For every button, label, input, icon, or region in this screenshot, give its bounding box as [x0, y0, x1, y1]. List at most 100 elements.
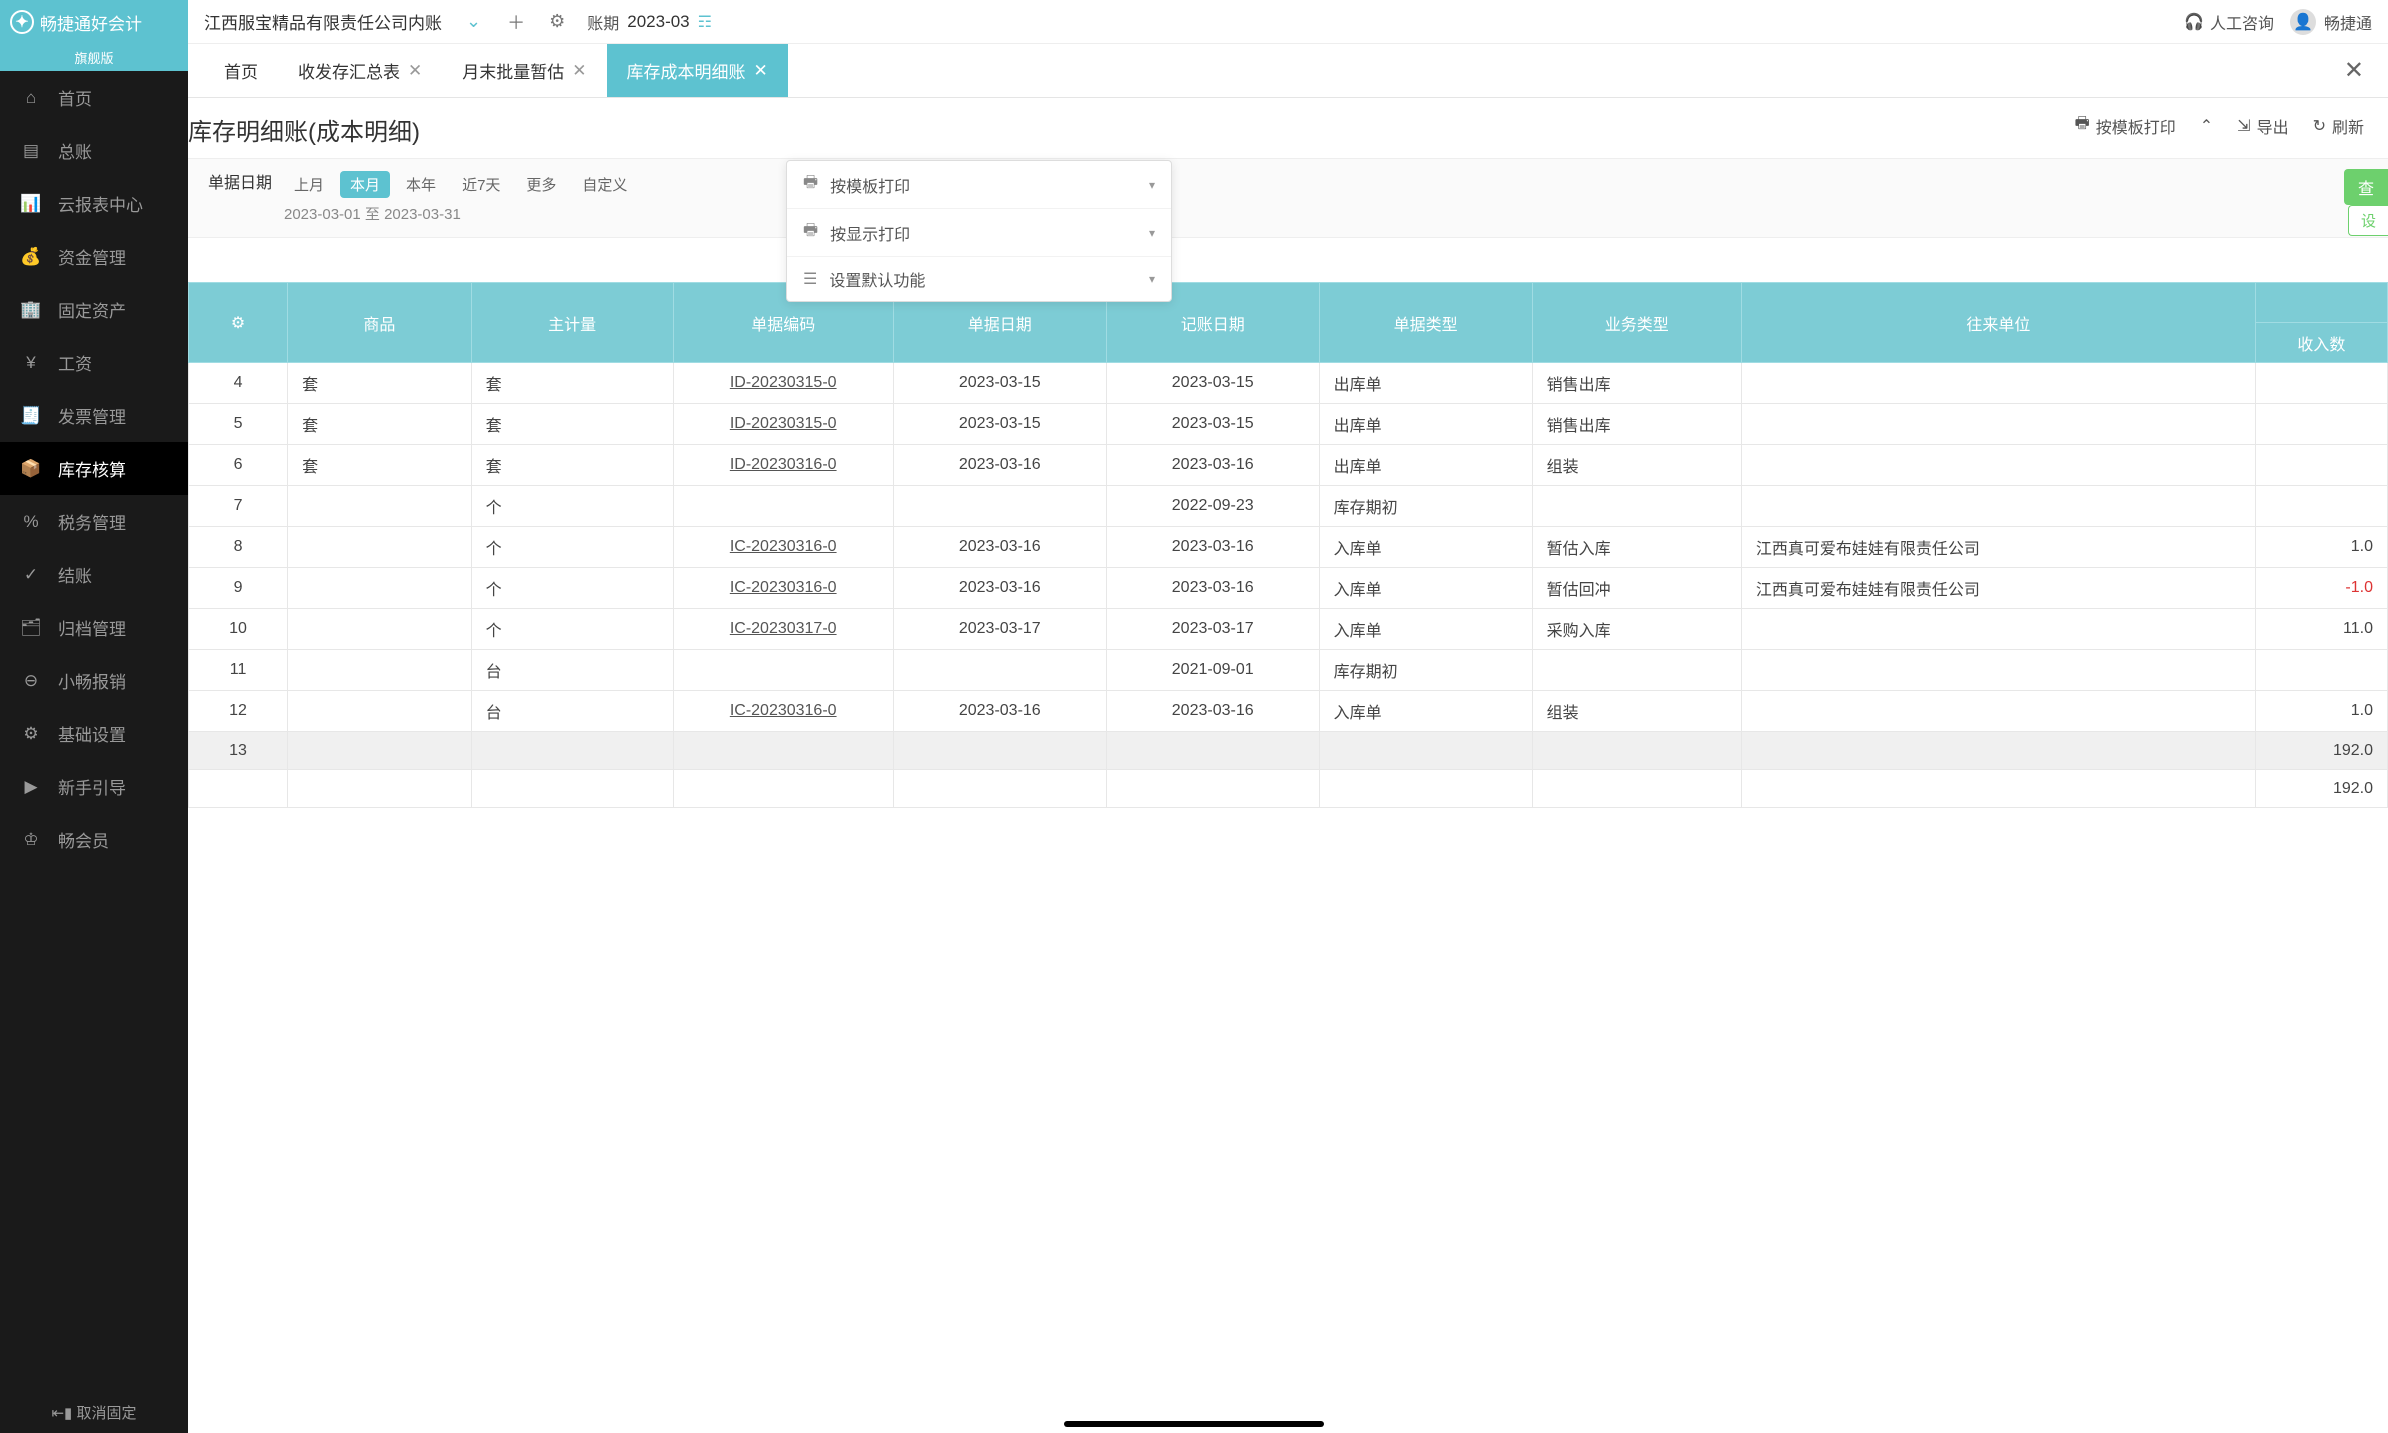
nav-label: 工资 [58, 350, 92, 375]
tab-1[interactable]: 收发存汇总表 ✕ [278, 44, 442, 97]
sidebar-item-11[interactable]: ⊖小畅报销 [0, 654, 188, 707]
nav-label: 小畅报销 [58, 668, 126, 693]
tab-0[interactable]: 首页 [204, 44, 278, 97]
period-value[interactable]: 2023-03 [627, 12, 689, 32]
sidebar-unpin[interactable]: ⇤▮ 取消固定 [0, 1402, 188, 1423]
sidebar-item-7[interactable]: 📦库存核算 [0, 442, 188, 495]
tab-close-icon[interactable]: ✕ [408, 61, 422, 81]
sidebar-item-0[interactable]: ⌂首页 [0, 71, 188, 124]
dropdown-item-1[interactable]: 🖶按显示打印▾ [787, 209, 1171, 257]
cell-unit: 台 [471, 650, 673, 691]
company-selector[interactable]: 江西服宝精品有限责任公司内账 [204, 9, 442, 34]
sidebar-item-13[interactable]: ▶新手引导 [0, 760, 188, 813]
cell-docdate [893, 650, 1106, 691]
tab-label: 库存成本明细账 [627, 58, 746, 83]
sidebar-item-6[interactable]: 🧾发票管理 [0, 389, 188, 442]
doc-no-link[interactable]: ID-20230316-0 [673, 445, 893, 486]
doc-no-link[interactable]: ID-20230315-0 [673, 404, 893, 445]
gear-icon[interactable]: ⚙ [549, 11, 565, 32]
table-row[interactable]: 10 个 IC-20230317-0 2023-03-17 2023-03-17… [189, 609, 2388, 650]
nav-label: 基础设置 [58, 721, 126, 746]
sidebar-item-14[interactable]: ♔畅会员 [0, 813, 188, 866]
nav-label: 结账 [58, 562, 92, 587]
settings-button[interactable]: 设 [2348, 205, 2388, 236]
brand-logo: ✦ 畅捷通好会计 [0, 0, 188, 44]
column-party: 往来单位 [1741, 283, 2255, 363]
date-chip-1[interactable]: 本月 [340, 171, 390, 198]
cell-income: 1.0 [2255, 691, 2387, 732]
table-row[interactable]: 7 个 2022-09-23 库存期初 [189, 486, 2388, 527]
cell-postdate: 2023-03-16 [1106, 691, 1319, 732]
cell-product [288, 568, 472, 609]
tab-2[interactable]: 月末批量暂估✕ [442, 44, 606, 97]
chevron-down-icon[interactable]: ⌄ [466, 11, 481, 32]
date-chip-5[interactable]: 自定义 [572, 171, 637, 198]
date-filter-label: 单据日期 [208, 169, 272, 199]
topbar: 江西服宝精品有限责任公司内账 ⌄ ＋ ⚙ 账期 2023-03 ☶ 🎧 人工咨询… [188, 0, 2388, 44]
nav-icon-12: ⚙ [20, 723, 42, 745]
table-row[interactable]: 13 192.0 [189, 732, 2388, 770]
sidebar-item-3[interactable]: 💰资金管理 [0, 230, 188, 283]
table-row[interactable]: 9 个 IC-20230316-0 2023-03-16 2023-03-16 … [189, 568, 2388, 609]
cell-party [1741, 404, 2255, 445]
cell-product: 套 [288, 363, 472, 404]
date-chip-3[interactable]: 近7天 [452, 171, 510, 198]
doc-no-link[interactable]: IC-20230316-0 [673, 691, 893, 732]
nav-icon-9: ✓ [20, 564, 42, 586]
doc-no-link[interactable]: ID-20230315-0 [673, 363, 893, 404]
close-all-tabs-icon[interactable]: ✕ [2336, 52, 2372, 89]
table-row[interactable]: 11 台 2021-09-01 库存期初 [189, 650, 2388, 691]
date-chip-2[interactable]: 本年 [396, 171, 446, 198]
tab-3[interactable]: 库存成本明细账 ✕ [607, 44, 788, 97]
table-row[interactable]: 4 套 套 ID-20230315-0 2023-03-15 2023-03-1… [189, 363, 2388, 404]
cell [673, 732, 893, 770]
tab-close-icon[interactable]: ✕ [572, 61, 586, 81]
cell-unit: 个 [471, 609, 673, 650]
table-row[interactable]: 5 套 套 ID-20230315-0 2023-03-15 2023-03-1… [189, 404, 2388, 445]
cell-postdate: 2021-09-01 [1106, 650, 1319, 691]
support-link[interactable]: 🎧 人工咨询 [2184, 10, 2274, 34]
doc-no-link[interactable]: IC-20230317-0 [673, 609, 893, 650]
doc-no-link[interactable]: IC-20230316-0 [673, 568, 893, 609]
sidebar-item-2[interactable]: 📊云报表中心 [0, 177, 188, 230]
table-row[interactable]: 8 个 IC-20230316-0 2023-03-16 2023-03-16 … [189, 527, 2388, 568]
sidebar-item-9[interactable]: ✓ 结账 [0, 548, 188, 601]
dropdown-item-0[interactable]: 🖶按模板打印▾ [787, 161, 1171, 209]
cell-docdate [893, 486, 1106, 527]
cell-biztype [1532, 486, 1741, 527]
doc-no-link[interactable]: IC-20230316-0 [673, 527, 893, 568]
refresh-button[interactable]: ↻ 刷新 [2313, 114, 2364, 138]
date-chip-0[interactable]: 上月 [284, 171, 334, 198]
export-button[interactable]: ⇲ 导出 [2237, 114, 2288, 138]
calendar-icon[interactable]: ☶ [698, 12, 712, 32]
query-button[interactable]: 查 [2344, 169, 2388, 205]
sidebar-item-12[interactable]: ⚙ 基础设置 [0, 707, 188, 760]
chevron-up-icon[interactable]: ⌃ [2200, 116, 2213, 136]
cell-party: 江西真可爱布娃娃有限责任公司 [1741, 527, 2255, 568]
row-number: 11 [189, 650, 288, 691]
table-row[interactable]: 12 台 IC-20230316-0 2023-03-16 2023-03-16… [189, 691, 2388, 732]
cell-product: 套 [288, 404, 472, 445]
column-unit: 主计量 [471, 283, 673, 363]
sidebar-item-5[interactable]: ¥工资 [0, 336, 188, 389]
user-chip[interactable]: 👤 畅捷通 [2290, 9, 2372, 35]
cell-biztype [1532, 732, 1741, 770]
cloud-logo-icon: ✦ [10, 10, 34, 34]
tab-close-icon[interactable]: ✕ [754, 61, 768, 81]
sidebar-item-8[interactable]: %税务管理 [0, 495, 188, 548]
sidebar: ✦ 畅捷通好会计 旗舰版 ⌂首页▤总账📊云报表中心💰资金管理🏢固定资产¥工资🧾发… [0, 0, 188, 1433]
cell-doctype: 出库单 [1319, 404, 1532, 445]
tab-label: 收发存汇总表 [298, 58, 400, 83]
add-icon[interactable]: ＋ [507, 9, 525, 35]
table-row[interactable]: 6 套 套 ID-20230316-0 2023-03-16 2023-03-1… [189, 445, 2388, 486]
date-chip-4[interactable]: 更多 [516, 171, 566, 198]
cell-postdate: 2023-03-17 [1106, 609, 1319, 650]
sidebar-item-4[interactable]: 🏢固定资产 [0, 283, 188, 336]
sidebar-item-1[interactable]: ▤总账 [0, 124, 188, 177]
print-template-button[interactable]: 🖶 按模板打印 [2075, 112, 2176, 139]
cell-biztype: 组装 [1532, 445, 1741, 486]
column-gear[interactable]: ⚙ [189, 283, 288, 363]
cell-doctype: 入库单 [1319, 691, 1532, 732]
dropdown-item-2[interactable]: ☰设置默认功能▾ [787, 257, 1171, 301]
sidebar-item-10[interactable]: 🗂归档管理 [0, 601, 188, 654]
